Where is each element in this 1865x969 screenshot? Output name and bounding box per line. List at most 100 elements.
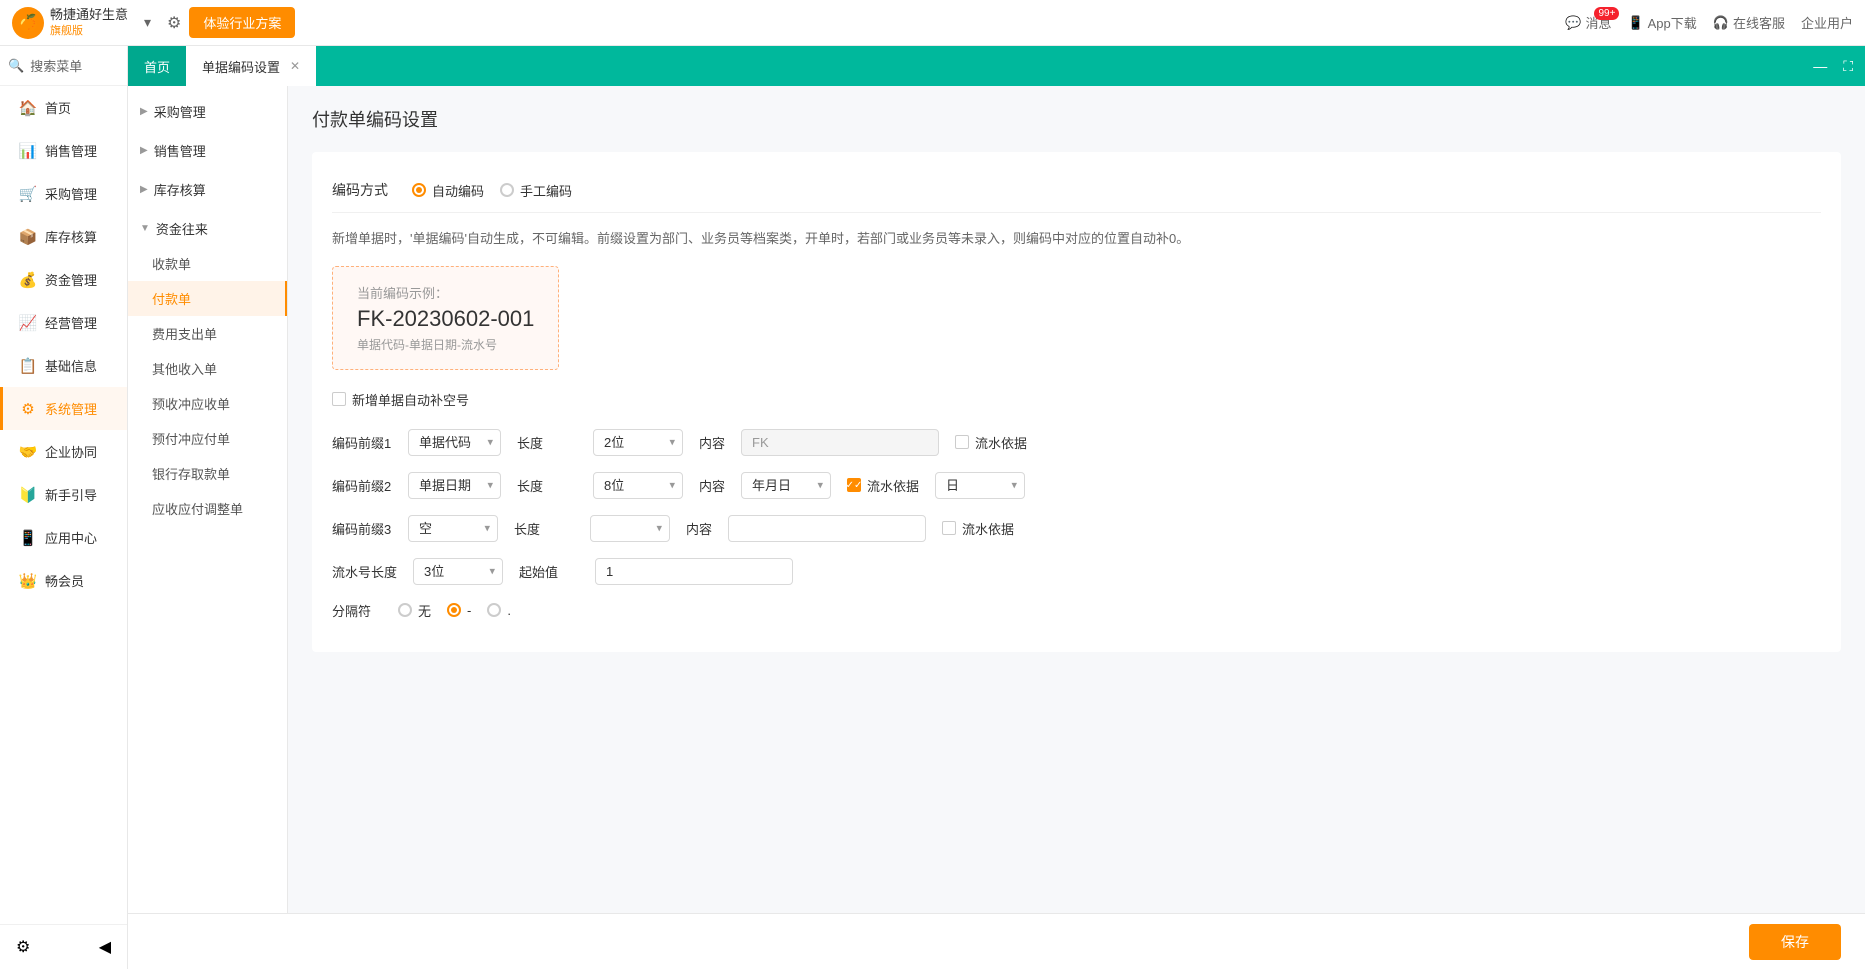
prefix1-content-input[interactable] (741, 429, 939, 456)
nav-items: 🏠 首页 📊 销售管理 🛒 采购管理 📦 库存核算 💰 资金管理 📈 经 (0, 86, 127, 924)
system-icon: ⚙ (19, 400, 37, 418)
tab-close-icon[interactable]: ✕ (290, 59, 300, 73)
prefix1-length-select[interactable]: 2位 (593, 429, 683, 456)
serial-length-wrapper: 3位 (413, 558, 503, 585)
prefix3-length-select[interactable] (590, 515, 670, 542)
prefix2-length-wrapper: 8位 (593, 472, 683, 499)
serial-length-select[interactable]: 3位 (413, 558, 503, 585)
separator-radio-group: 无 - . (398, 601, 511, 620)
sidebar-item-home[interactable]: 🏠 首页 (0, 86, 127, 129)
sidebar-settings-icon[interactable]: ⚙ (16, 937, 30, 957)
search-menu[interactable]: 🔍 搜索菜单 (0, 46, 127, 86)
dropdown-button[interactable]: ▾ (136, 10, 159, 35)
sub-nav-group-purchase-title[interactable]: ▶ 采购管理 (128, 94, 287, 129)
serial-length-label: 流水号长度 (332, 562, 397, 581)
sep-none-radio[interactable]: 无 (398, 601, 431, 620)
prefix2-stream-unit-wrapper: 日 (935, 472, 1025, 499)
user-area[interactable]: 企业用户 (1801, 13, 1853, 32)
prefix3-select[interactable]: 空 (408, 515, 498, 542)
tab-minimize-button[interactable]: — (1809, 54, 1831, 78)
prefix3-select-wrapper: 空 (408, 515, 498, 542)
logo-area: 🍊 畅捷通好生意 旗舰版 (12, 7, 128, 39)
sidebar-item-purchase[interactable]: 🛒 采购管理 (0, 172, 127, 215)
tab-serial-settings[interactable]: 单据编码设置 ✕ (186, 46, 316, 86)
save-button[interactable]: 保存 (1749, 924, 1841, 960)
prefix2-select[interactable]: 单据日期 (408, 472, 501, 499)
prefix1-stream-box[interactable] (955, 435, 969, 449)
sub-nav-item-advance-receivable[interactable]: 预收冲应收单 (128, 386, 287, 421)
settings-button[interactable]: ⚙ (167, 13, 181, 33)
app-download-area[interactable]: 📱 App下载 (1627, 13, 1696, 32)
prefix3-stream-box[interactable] (942, 521, 956, 535)
sub-nav-item-bank-deposit[interactable]: 银行存取款单 (128, 456, 287, 491)
sidebar-collapse-icon[interactable]: ◀ (99, 937, 111, 957)
sub-nav-item-ap-adjust[interactable]: 应收应付调整单 (128, 491, 287, 526)
preview-desc: 单据代码-单据日期-流水号 (357, 336, 534, 353)
auto-fill-checkbox-row: 新增单据自动补空号 (332, 390, 1821, 409)
nav-tabs-bar: 首页 单据编码设置 ✕ — ⛶ (128, 46, 1865, 86)
encoding-method-row: 编码方式 自动编码 手工编码 (332, 168, 1821, 213)
sub-nav-item-receipt[interactable]: 收款单 (128, 246, 287, 281)
prefix2-select-wrapper: 单据日期 (408, 472, 501, 499)
logo-icon: 🍊 (12, 7, 44, 39)
sub-nav-group-sales-title[interactable]: ▶ 销售管理 (128, 133, 287, 168)
tab-maximize-button[interactable]: ⛶ (1839, 54, 1857, 79)
sidebar-item-operation[interactable]: 📈 经营管理 (0, 301, 127, 344)
prefix2-content-select[interactable]: 年月日 (741, 472, 831, 499)
prefix1-row: 编码前缀1 单据代码 长度 2位 内容 (332, 429, 1821, 456)
sub-nav-group-capital-title[interactable]: ▼ 资金往来 (128, 211, 287, 246)
trial-button[interactable]: 体验行业方案 (189, 7, 295, 38)
sep-dot-radio[interactable]: . (487, 603, 511, 618)
prefix2-length-select[interactable]: 8位 (593, 472, 683, 499)
start-value-label: 起始值 (519, 562, 579, 581)
prefix1-length-label: 长度 (517, 433, 577, 452)
finance-icon: 💰 (19, 271, 37, 289)
separator-row: 分隔符 无 - . (332, 601, 1821, 620)
online-service-area[interactable]: 🎧 在线客服 (1713, 13, 1785, 32)
sidebar-item-inventory[interactable]: 📦 库存核算 (0, 215, 127, 258)
sub-nav-group-purchase: ▶ 采购管理 (128, 94, 287, 129)
prefix1-select-wrapper: 单据代码 (408, 429, 501, 456)
prefix3-label: 编码前缀3 (332, 519, 392, 538)
sub-nav-group-capital: ▼ 资金往来 收款单 付款单 费用支出单 其他收入单 预收冲应收单 预付冲应付单… (128, 211, 287, 526)
prefix1-select[interactable]: 单据代码 (408, 429, 501, 456)
sep-dash-radio[interactable]: - (447, 603, 471, 618)
inventory-icon: 📦 (19, 228, 37, 246)
tab-home[interactable]: 首页 (128, 46, 186, 86)
sep-dot-dot (487, 603, 501, 617)
prefix2-stream-checkbox: ✓ 流水依据 (847, 476, 919, 495)
prefix2-stream-label: 流水依据 (867, 476, 919, 495)
serial-row: 流水号长度 3位 起始值 (332, 558, 1821, 585)
prefix3-content-input[interactable] (728, 515, 926, 542)
sub-nav-item-advance-payable[interactable]: 预付冲应付单 (128, 421, 287, 456)
prefix1-label: 编码前缀1 (332, 433, 392, 452)
manual-encode-radio[interactable]: 手工编码 (500, 181, 572, 200)
sidebar-item-basic[interactable]: 📋 基础信息 (0, 344, 127, 387)
encoding-settings-card: 编码方式 自动编码 手工编码 (312, 152, 1841, 652)
auto-encode-radio[interactable]: 自动编码 (412, 181, 484, 200)
app-icon: 📱 (1627, 15, 1643, 31)
message-icon: 💬 (1565, 15, 1581, 31)
message-area[interactable]: 💬 消息 99+ (1565, 13, 1611, 32)
sidebar-item-guide[interactable]: 🔰 新手引导 (0, 473, 127, 516)
sidebar-bottom: ⚙ ◀ (0, 924, 127, 969)
sidebar-item-sales[interactable]: 📊 销售管理 (0, 129, 127, 172)
sub-nav-item-payment[interactable]: 付款单 (128, 281, 287, 316)
prefix2-stream-box[interactable]: ✓ (847, 478, 861, 492)
prefix2-stream-unit-select[interactable]: 日 (935, 472, 1025, 499)
sidebar-item-member[interactable]: 👑 畅会员 (0, 559, 127, 602)
main-layout: 🔍 搜索菜单 🏠 首页 📊 销售管理 🛒 采购管理 📦 库存核算 💰 (0, 46, 1865, 969)
start-value-input[interactable] (595, 558, 793, 585)
sub-nav-item-expense[interactable]: 费用支出单 (128, 316, 287, 351)
guide-icon: 🔰 (19, 486, 37, 504)
prefix3-length-label: 长度 (514, 519, 574, 538)
sidebar-item-finance[interactable]: 💰 资金管理 (0, 258, 127, 301)
prefix3-length-wrapper (590, 515, 670, 542)
auto-fill-checkbox[interactable] (332, 392, 346, 406)
sub-nav-item-other-income[interactable]: 其他收入单 (128, 351, 287, 386)
sidebar-item-appcenter[interactable]: 📱 应用中心 (0, 516, 127, 559)
sidebar-item-corp[interactable]: 🤝 企业协同 (0, 430, 127, 473)
sub-nav-group-inventory-title[interactable]: ▶ 库存核算 (128, 172, 287, 207)
sidebar-item-system[interactable]: ⚙ 系统管理 (0, 387, 127, 430)
info-text: 新增单据时，'单据编码'自动生成，不可编辑。前缀设置为部门、业务员等档案类，开单… (332, 229, 1821, 250)
